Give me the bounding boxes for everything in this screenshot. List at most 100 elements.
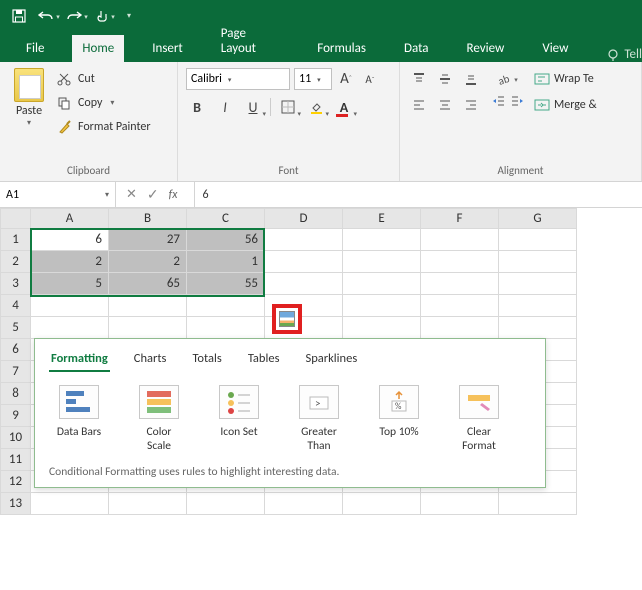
cell[interactable]: 2 <box>31 251 109 273</box>
touch-mode-icon[interactable]: ▾ <box>92 3 118 29</box>
cell[interactable] <box>31 295 109 317</box>
chevron-down-icon[interactable]: ▾ <box>27 118 31 128</box>
tab-home[interactable]: Home <box>72 35 124 62</box>
align-center-icon[interactable] <box>434 94 456 116</box>
qa-tab-charts[interactable]: Charts <box>132 349 169 372</box>
orientation-button[interactable]: ab▾ <box>492 68 522 90</box>
qa-option-clear-format[interactable]: Clear Format <box>449 385 509 453</box>
align-middle-icon[interactable] <box>434 68 456 90</box>
increase-font-icon[interactable]: Aˆ <box>336 68 356 90</box>
align-top-icon[interactable] <box>408 68 430 90</box>
qa-option-top-10[interactable]: % Top 10% <box>369 385 429 453</box>
cell[interactable]: 6 <box>31 229 109 251</box>
cell[interactable] <box>187 493 265 515</box>
align-left-icon[interactable] <box>408 94 430 116</box>
enter-formula-icon[interactable]: ✓ <box>147 186 159 203</box>
decrease-font-icon[interactable]: Aˇ <box>360 68 380 90</box>
cell[interactable] <box>109 493 187 515</box>
row-header[interactable]: 4 <box>1 295 31 317</box>
cell[interactable] <box>343 295 421 317</box>
row-header[interactable]: 10 <box>1 427 31 449</box>
paste-button[interactable]: Paste ▾ <box>8 68 50 138</box>
col-header[interactable]: G <box>499 209 577 229</box>
cut-button[interactable]: Cut <box>56 68 151 90</box>
tab-data[interactable]: Data <box>394 35 439 62</box>
quick-analysis-button[interactable] <box>272 304 302 334</box>
increase-indent-icon[interactable] <box>510 94 524 108</box>
row-header[interactable]: 8 <box>1 383 31 405</box>
qa-option-icon-set[interactable]: Icon Set <box>209 385 269 453</box>
cell[interactable] <box>187 317 265 339</box>
row-header[interactable]: 1 <box>1 229 31 251</box>
cancel-formula-icon[interactable]: ✕ <box>126 187 137 202</box>
cell[interactable]: 1 <box>187 251 265 273</box>
cell[interactable] <box>499 229 577 251</box>
select-all-corner[interactable] <box>1 209 31 229</box>
cell[interactable]: 27 <box>109 229 187 251</box>
fill-color-button[interactable]: ▾ <box>305 96 327 118</box>
qa-option-color-scale[interactable]: Color Scale <box>129 385 189 453</box>
col-header[interactable]: E <box>343 209 421 229</box>
col-header[interactable]: B <box>109 209 187 229</box>
cell[interactable] <box>343 273 421 295</box>
tab-file[interactable]: File <box>16 35 54 62</box>
cell[interactable] <box>265 273 343 295</box>
row-header[interactable]: 6 <box>1 339 31 361</box>
name-box[interactable]: A1 ▾ <box>0 182 116 207</box>
row-header[interactable]: 2 <box>1 251 31 273</box>
cell[interactable] <box>499 295 577 317</box>
cell[interactable] <box>343 229 421 251</box>
cell[interactable] <box>499 317 577 339</box>
col-header[interactable]: C <box>187 209 265 229</box>
cell[interactable] <box>421 273 499 295</box>
qa-tab-formatting[interactable]: Formatting <box>49 349 110 372</box>
row-header[interactable]: 3 <box>1 273 31 295</box>
italic-button[interactable]: I <box>214 96 236 118</box>
underline-button[interactable]: U▾ <box>242 96 264 118</box>
cell[interactable] <box>343 251 421 273</box>
cell[interactable]: 55 <box>187 273 265 295</box>
cell[interactable] <box>109 295 187 317</box>
cell[interactable]: 2 <box>109 251 187 273</box>
font-color-button[interactable]: A▾ <box>333 96 355 118</box>
cell[interactable] <box>265 251 343 273</box>
format-painter-button[interactable]: Format Painter <box>56 116 151 138</box>
font-name-select[interactable]: Calibri▾ <box>186 68 290 90</box>
customize-qat-icon[interactable]: ▾ <box>120 3 136 29</box>
worksheet-grid[interactable]: A B C D E F G 162756 2221 356555 4 5 6 7… <box>0 208 642 515</box>
col-header[interactable]: D <box>265 209 343 229</box>
cell[interactable] <box>265 229 343 251</box>
cell[interactable] <box>421 295 499 317</box>
cell[interactable] <box>187 295 265 317</box>
wrap-text-button[interactable]: Wrap Te <box>534 68 597 90</box>
cell[interactable] <box>31 493 109 515</box>
copy-button[interactable]: Copy▾ <box>56 92 151 114</box>
cell[interactable]: 56 <box>187 229 265 251</box>
cell[interactable] <box>31 317 109 339</box>
decrease-indent-icon[interactable] <box>492 94 506 108</box>
cell[interactable]: 65 <box>109 273 187 295</box>
cell[interactable] <box>421 251 499 273</box>
save-icon[interactable] <box>6 3 32 29</box>
tab-review[interactable]: Review <box>457 35 515 62</box>
cell[interactable] <box>109 317 187 339</box>
font-size-select[interactable]: 11▾ <box>294 68 332 90</box>
cell[interactable] <box>499 273 577 295</box>
row-header[interactable]: 11 <box>1 449 31 471</box>
cell[interactable] <box>421 229 499 251</box>
cell[interactable] <box>499 251 577 273</box>
redo-icon[interactable]: ▾ <box>64 3 90 29</box>
qa-option-greater-than[interactable]: > Greater Than <box>289 385 349 453</box>
tell-me[interactable]: Tell <box>606 47 642 62</box>
cell[interactable]: 5 <box>31 273 109 295</box>
qa-tab-sparklines[interactable]: Sparklines <box>303 349 359 372</box>
align-right-icon[interactable] <box>460 94 482 116</box>
row-header[interactable]: 12 <box>1 471 31 493</box>
qa-tab-tables[interactable]: Tables <box>246 349 282 372</box>
align-bottom-icon[interactable] <box>460 68 482 90</box>
fx-icon[interactable]: fx <box>169 188 184 202</box>
tab-insert[interactable]: Insert <box>142 35 193 62</box>
qa-tab-totals[interactable]: Totals <box>190 349 223 372</box>
tab-page-layout[interactable]: Page Layout <box>211 20 290 62</box>
cell[interactable] <box>499 493 577 515</box>
